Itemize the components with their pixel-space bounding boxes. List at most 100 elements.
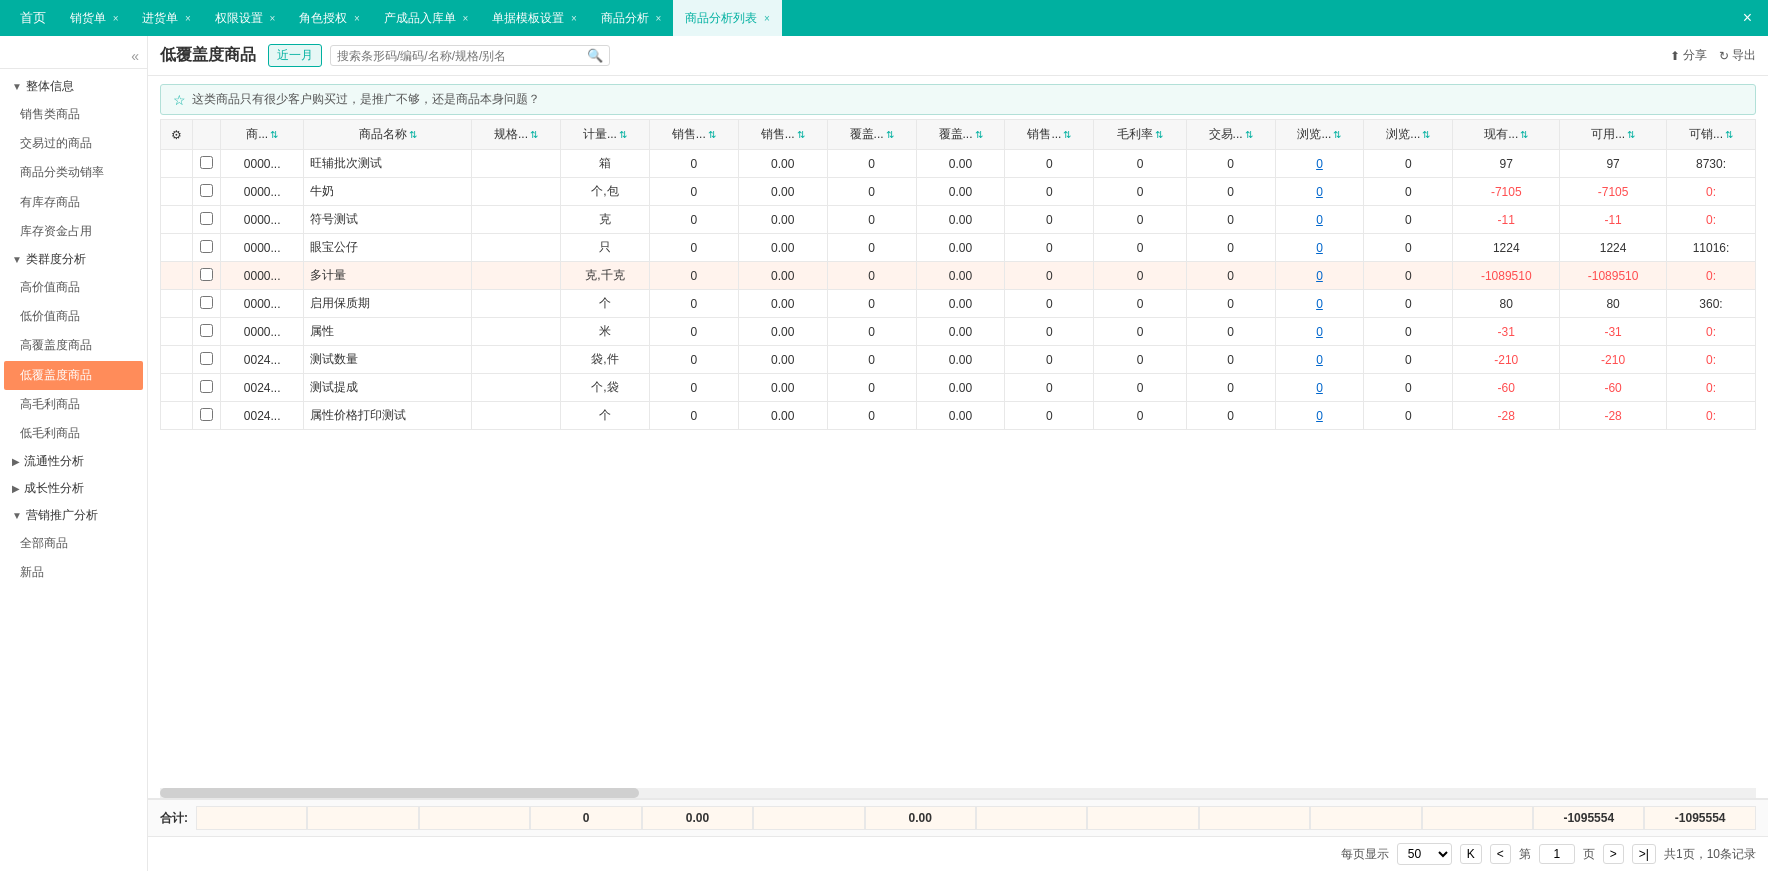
row-checkbox-input-6[interactable] xyxy=(200,324,213,337)
col-sales-qty[interactable]: 销售...⇅ xyxy=(649,120,738,150)
row-checkbox-4[interactable] xyxy=(193,262,221,290)
col-avail-stock[interactable]: 可用...⇅ xyxy=(1560,120,1667,150)
row-checkbox-1[interactable] xyxy=(193,178,221,206)
row-view-count1-6[interactable]: 0 xyxy=(1275,318,1364,346)
current-page-input[interactable] xyxy=(1539,844,1575,864)
row-view-count1-0[interactable]: 0 xyxy=(1275,150,1364,178)
row-view-count1-7[interactable]: 0 xyxy=(1275,346,1364,374)
col-sales-ratio[interactable]: 销售...⇅ xyxy=(1005,120,1094,150)
sidebar-item-high-value[interactable]: 高价值商品 xyxy=(0,273,147,302)
row-checkbox-8[interactable] xyxy=(193,374,221,402)
header-actions: ⬆ 分享 ↻ 导出 xyxy=(1670,47,1756,64)
row-view-count1-2[interactable]: 0 xyxy=(1275,206,1364,234)
col-name[interactable]: 商品名称⇅ xyxy=(304,120,472,150)
row-checkbox-2[interactable] xyxy=(193,206,221,234)
nav-roles[interactable]: 角色授权 × xyxy=(287,0,371,36)
row-checkbox-input-0[interactable] xyxy=(200,156,213,169)
prev-page-button[interactable]: < xyxy=(1490,844,1511,864)
col-cover-qty[interactable]: 覆盖...⇅ xyxy=(827,120,916,150)
sidebar-item-category-rate[interactable]: 商品分类动销率 xyxy=(0,158,147,187)
close-all-button[interactable]: × xyxy=(1735,9,1760,27)
row-view-count1-9[interactable]: 0 xyxy=(1275,402,1364,430)
row-trade-count-9: 0 xyxy=(1186,402,1275,430)
row-checkbox-input-1[interactable] xyxy=(200,184,213,197)
close-template-tab[interactable]: × xyxy=(571,13,577,24)
col-view-count2[interactable]: 浏览...⇅ xyxy=(1364,120,1453,150)
row-checkbox-6[interactable] xyxy=(193,318,221,346)
close-products-tab[interactable]: × xyxy=(463,13,469,24)
page-size-select[interactable]: 50 100 200 xyxy=(1397,843,1452,865)
col-spec[interactable]: 规格...⇅ xyxy=(472,120,561,150)
sidebar-item-stock-capital[interactable]: 库存资金占用 xyxy=(0,217,147,246)
sidebar-item-in-stock-goods[interactable]: 有库存商品 xyxy=(0,188,147,217)
row-checkbox-input-7[interactable] xyxy=(200,352,213,365)
row-view-count1-1[interactable]: 0 xyxy=(1275,178,1364,206)
col-gross-margin[interactable]: 毛利率⇅ xyxy=(1094,120,1186,150)
sidebar-item-low-coverage[interactable]: 低覆盖度商品 xyxy=(4,361,143,390)
close-analysis-tab[interactable]: × xyxy=(655,13,661,24)
scroll-thumb[interactable] xyxy=(160,788,639,798)
sidebar-group-liquidity[interactable]: ▶ 流通性分析 xyxy=(0,448,147,475)
row-checkbox-input-4[interactable] xyxy=(200,268,213,281)
nav-products-in[interactable]: 产成品入库单 × xyxy=(372,0,480,36)
export-button[interactable]: ↻ 导出 xyxy=(1719,47,1756,64)
nav-purchase[interactable]: 进货单 × xyxy=(130,0,202,36)
sidebar-item-low-margin[interactable]: 低毛利商品 xyxy=(0,419,147,448)
row-view-count1-8[interactable]: 0 xyxy=(1275,374,1364,402)
col-view-count1[interactable]: 浏览...⇅ xyxy=(1275,120,1364,150)
nav-sales[interactable]: 销货单 × xyxy=(58,0,130,36)
nav-analysis-list[interactable]: 商品分析列表 × xyxy=(673,0,781,36)
row-checkbox-3[interactable] xyxy=(193,234,221,262)
col-unit[interactable]: 计量...⇅ xyxy=(560,120,649,150)
row-checkbox-input-9[interactable] xyxy=(200,408,213,421)
row-checkbox-0[interactable] xyxy=(193,150,221,178)
row-checkbox-input-5[interactable] xyxy=(200,296,213,309)
search-icon[interactable]: 🔍 xyxy=(587,48,603,63)
row-view-count1-5[interactable]: 0 xyxy=(1275,290,1364,318)
close-purchase-tab[interactable]: × xyxy=(185,13,191,24)
row-checkbox-input-3[interactable] xyxy=(200,240,213,253)
row-checkbox-input-2[interactable] xyxy=(200,212,213,225)
col-saleable-stock[interactable]: 可销...⇅ xyxy=(1667,120,1756,150)
sidebar-item-traded-goods[interactable]: 交易过的商品 xyxy=(0,129,147,158)
nav-home[interactable]: 首页 xyxy=(8,0,58,36)
col-trade-count[interactable]: 交易...⇅ xyxy=(1186,120,1275,150)
col-code[interactable]: 商...⇅ xyxy=(221,120,304,150)
sidebar-item-new-goods[interactable]: 新品 xyxy=(0,558,147,587)
last-page-button[interactable]: >| xyxy=(1632,844,1656,864)
close-roles-tab[interactable]: × xyxy=(354,13,360,24)
nav-template[interactable]: 单据模板设置 × xyxy=(480,0,588,36)
sidebar-item-low-value[interactable]: 低价值商品 xyxy=(0,302,147,331)
sidebar-collapse-btn[interactable]: « xyxy=(131,48,139,64)
row-checkbox-5[interactable] xyxy=(193,290,221,318)
row-checkbox-7[interactable] xyxy=(193,346,221,374)
search-input[interactable] xyxy=(337,49,587,63)
row-checkbox-input-8[interactable] xyxy=(200,380,213,393)
col-cover-amt[interactable]: 覆盖...⇅ xyxy=(916,120,1005,150)
row-view-count1-3[interactable]: 0 xyxy=(1275,234,1364,262)
next-page-button[interactable]: > xyxy=(1603,844,1624,864)
col-settings[interactable]: ⚙ xyxy=(161,120,193,150)
close-sales-tab[interactable]: × xyxy=(113,13,119,24)
col-sales-amt[interactable]: 销售...⇅ xyxy=(738,120,827,150)
close-analysis-list-tab[interactable]: × xyxy=(764,13,770,24)
row-view-count1-4[interactable]: 0 xyxy=(1275,262,1364,290)
horizontal-scrollbar[interactable] xyxy=(160,788,1756,798)
sidebar-item-sales-goods[interactable]: 销售类商品 xyxy=(0,100,147,129)
date-filter-button[interactable]: 近一月 xyxy=(268,44,322,67)
row-checkbox-9[interactable] xyxy=(193,402,221,430)
close-permissions-tab[interactable]: × xyxy=(270,13,276,24)
nav-permissions[interactable]: 权限设置 × xyxy=(203,0,287,36)
sidebar-group-marketing[interactable]: ▼ 营销推广分析 xyxy=(0,502,147,529)
sidebar-group-cluster[interactable]: ▼ 类群度分析 xyxy=(0,246,147,273)
nav-analysis[interactable]: 商品分析 × xyxy=(589,0,673,36)
share-button[interactable]: ⬆ 分享 xyxy=(1670,47,1707,64)
col-current-stock[interactable]: 现有...⇅ xyxy=(1453,120,1560,150)
first-page-button[interactable]: K xyxy=(1460,844,1482,864)
sidebar-item-high-margin[interactable]: 高毛利商品 xyxy=(0,390,147,419)
sidebar-item-all-goods[interactable]: 全部商品 xyxy=(0,529,147,558)
sidebar-item-high-coverage[interactable]: 高覆盖度商品 xyxy=(0,331,147,360)
sidebar-group-overview[interactable]: ▼ 整体信息 xyxy=(0,73,147,100)
sidebar-group-growth[interactable]: ▶ 成长性分析 xyxy=(0,475,147,502)
table-wrapper[interactable]: ⚙ 商...⇅ 商品名称⇅ 规格...⇅ 计量...⇅ 销售...⇅ 销售...… xyxy=(148,119,1768,788)
